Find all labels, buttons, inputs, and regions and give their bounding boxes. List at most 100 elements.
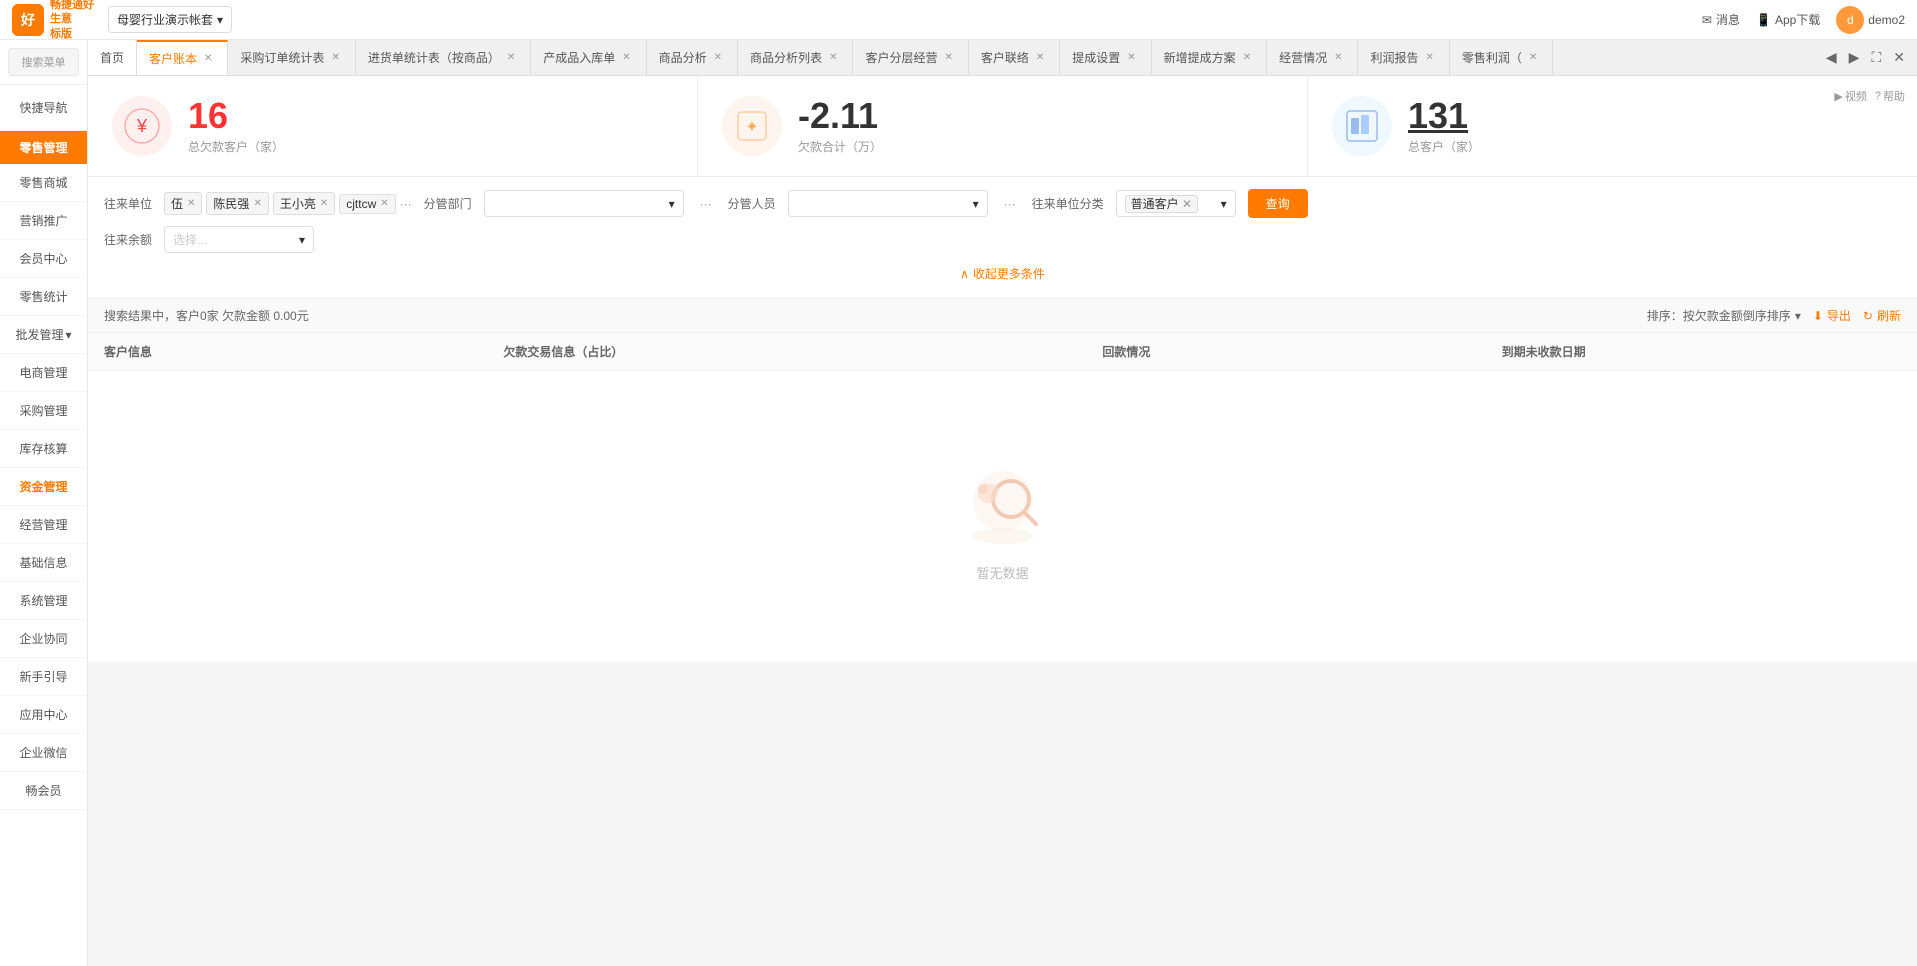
tab-customer-segment[interactable]: 客户分层经营 ✕ — [853, 40, 968, 75]
sidebar-item-finance[interactable]: 资金管理 — [0, 468, 87, 506]
app-download-btn[interactable]: 📱 App下载 — [1756, 11, 1820, 28]
sidebar-item-system[interactable]: 系统管理 — [0, 582, 87, 620]
sidebar-active-section[interactable]: 零售管理 — [0, 131, 87, 164]
sidebar-item-app-center[interactable]: 应用中心 — [0, 696, 87, 734]
sidebar-item-enterprise-collab[interactable]: 企业协同 — [0, 620, 87, 658]
export-btn[interactable]: ⬇ 导出 — [1813, 307, 1851, 324]
tab-close-all-btn[interactable]: ✕ — [1889, 47, 1909, 68]
query-button[interactable]: 查询 — [1248, 189, 1308, 218]
tab-product-analysis-list[interactable]: 商品分析列表 ✕ — [738, 40, 853, 75]
sort-btn[interactable]: 排序：按欠款金额倒序排序 ▾ — [1647, 307, 1801, 324]
video-help-btn[interactable]: ▶ 视频 — [1834, 88, 1866, 104]
collapse-filters-btn[interactable]: ∧ 收起更多条件 — [104, 261, 1901, 286]
tab-retail-profit[interactable]: 零售利润（ ✕ — [1450, 40, 1553, 75]
stat-card-total-customers: 131 总客户（家） ▶ 视频 ? 帮助 — [1308, 76, 1917, 176]
remove-tag-wangxiaoliang[interactable]: ✕ — [320, 198, 328, 209]
sidebar-item-member-center[interactable]: 会员中心 — [0, 240, 87, 278]
tab-close-purchase-order-stats[interactable]: ✕ — [328, 51, 342, 64]
tab-stock-stats-product[interactable]: 进货单统计表（按商品） ✕ — [356, 40, 531, 75]
tab-close-customer-segment[interactable]: ✕ — [941, 51, 955, 64]
tab-close-stock-stats-product[interactable]: ✕ — [504, 51, 518, 64]
logo-icon: 好 — [12, 4, 44, 36]
tab-close-business-status[interactable]: ✕ — [1331, 51, 1345, 64]
sidebar: 搜索菜单 快捷导航 零售管理 零售商城 营销推广 会员中心 零售统计 批发管理 … — [0, 40, 88, 966]
quick-nav-button[interactable]: 快捷导航 — [8, 93, 79, 122]
tab-product-analysis[interactable]: 商品分析 ✕ — [647, 40, 738, 75]
question-icon: ? — [1875, 90, 1881, 102]
company-filter-tags: 伍 ✕ 陈民强 ✕ 王小亮 ✕ cjttcw ✕ — [164, 192, 412, 215]
refresh-btn[interactable]: ↻ 刷新 — [1863, 307, 1901, 324]
search-menu-button[interactable]: 搜索菜单 — [8, 48, 79, 76]
tab-home[interactable]: 首页 — [88, 40, 137, 75]
chevron-down-icon: ▾ — [973, 197, 979, 211]
tab-close-customer-account[interactable]: ✕ — [201, 52, 215, 65]
tab-close-add-commission[interactable]: ✕ — [1240, 51, 1254, 64]
message-icon: ✉ — [1702, 13, 1712, 27]
tab-close-commission-settings[interactable]: ✕ — [1124, 51, 1138, 64]
tab-add-commission[interactable]: 新增提成方案 ✕ — [1152, 40, 1267, 75]
tab-prev-btn[interactable]: ◀ — [1822, 47, 1841, 68]
company-filter-label: 往来单位 — [104, 195, 152, 212]
tab-close-product-analysis[interactable]: ✕ — [711, 51, 725, 64]
sidebar-item-onboarding[interactable]: 新手引导 — [0, 658, 87, 696]
stat-debt-total-content: -2.11 欠款合计（万） — [798, 98, 882, 155]
remove-category-tag[interactable]: ✕ — [1182, 197, 1192, 211]
filter-row-2: 往来余额 选择... ▾ — [104, 226, 1901, 253]
chevron-up-icon: ∧ — [960, 267, 969, 281]
tab-profit-report[interactable]: 利润报告 ✕ — [1358, 40, 1449, 75]
quick-nav-area: 快捷导航 — [0, 85, 87, 131]
tab-business-status[interactable]: 经营情况 ✕ — [1267, 40, 1358, 75]
sidebar-item-inventory[interactable]: 库存核算 — [0, 430, 87, 468]
stat-debt-customers-content: 16 总欠款客户（家） — [188, 98, 284, 155]
play-icon: ▶ — [1834, 90, 1842, 103]
sidebar-item-purchase[interactable]: 采购管理 — [0, 392, 87, 430]
balance-select[interactable]: 选择... ▾ — [164, 226, 314, 253]
sidebar-item-operations[interactable]: 经营管理 — [0, 506, 87, 544]
tab-bar-actions: ◀ ▶ ⛶ ✕ — [1814, 47, 1917, 68]
tab-finished-goods[interactable]: 产成品入库单 ✕ — [531, 40, 646, 75]
svg-text:✦: ✦ — [745, 119, 758, 136]
sidebar-item-retail-stats[interactable]: 零售统计 — [0, 278, 87, 316]
account-dropdown[interactable]: 母婴行业演示帐套 ▾ — [108, 6, 232, 33]
more-tags-btn[interactable]: ··· — [400, 197, 412, 211]
tab-close-product-analysis-list[interactable]: ✕ — [826, 51, 840, 64]
sidebar-item-marketing[interactable]: 营销推广 — [0, 202, 87, 240]
tab-close-profit-report[interactable]: ✕ — [1423, 51, 1437, 64]
sidebar-item-basic-info[interactable]: 基础信息 — [0, 544, 87, 582]
remove-tag-wu[interactable]: ✕ — [187, 198, 195, 209]
department-filter-dots[interactable]: ··· — [696, 197, 716, 211]
remove-tag-chenminqiang[interactable]: ✕ — [253, 198, 261, 209]
tab-close-customer-contact[interactable]: ✕ — [1033, 51, 1047, 64]
tab-customer-contact[interactable]: 客户联络 ✕ — [969, 40, 1060, 75]
sidebar-item-enterprise-wechat[interactable]: 企业微信 — [0, 734, 87, 772]
sidebar-search-area: 搜索菜单 — [0, 40, 87, 85]
sidebar-item-retail-mall[interactable]: 零售商城 — [0, 164, 87, 202]
tab-commission-settings[interactable]: 提成设置 ✕ — [1060, 40, 1151, 75]
tab-customer-account[interactable]: 客户账本 ✕ — [137, 40, 228, 75]
sidebar-item-ecommerce[interactable]: 电商管理 — [0, 354, 87, 392]
person-filter-dots[interactable]: ··· — [1000, 197, 1020, 211]
sidebar-item-chang-member[interactable]: 畅会员 — [0, 772, 87, 810]
sidebar-item-wholesale[interactable]: 批发管理 ▾ — [0, 316, 87, 354]
department-select[interactable]: ▾ — [484, 190, 684, 217]
total-customers-icon — [1332, 96, 1392, 156]
tab-close-retail-profit[interactable]: ✕ — [1526, 51, 1540, 64]
tab-expand-btn[interactable]: ⛶ — [1867, 47, 1885, 68]
chevron-down-icon: ▾ — [299, 233, 305, 247]
tab-close-finished-goods[interactable]: ✕ — [619, 51, 633, 64]
person-select[interactable]: ▾ — [788, 190, 988, 217]
remove-tag-cjttcw[interactable]: ✕ — [380, 198, 388, 209]
stat-total-customers-content: 131 总客户（家） — [1408, 98, 1480, 155]
tab-next-btn[interactable]: ▶ — [1845, 47, 1864, 68]
help-btn[interactable]: ? 帮助 — [1875, 88, 1905, 104]
user-profile-btn[interactable]: d demo2 — [1836, 6, 1905, 34]
content-area: 首页 客户账本 ✕ 采购订单统计表 ✕ 进货单统计表（按商品） ✕ 产成品入库单… — [88, 40, 1917, 966]
message-btn[interactable]: ✉ 消息 — [1702, 11, 1740, 28]
stat-debt-customers-number: 16 — [188, 98, 284, 134]
tab-purchase-order-stats[interactable]: 采购订单统计表 ✕ — [228, 40, 355, 75]
refresh-icon: ↻ — [1863, 309, 1873, 323]
result-actions: 排序：按欠款金额倒序排序 ▾ ⬇ 导出 ↻ 刷新 — [1647, 307, 1901, 324]
empty-state: 暂无数据 — [88, 371, 1917, 662]
logo-area: 好 畅捷通好生意 标版 — [12, 0, 100, 41]
category-select[interactable]: 普通客户 ✕ ▾ — [1116, 190, 1236, 217]
